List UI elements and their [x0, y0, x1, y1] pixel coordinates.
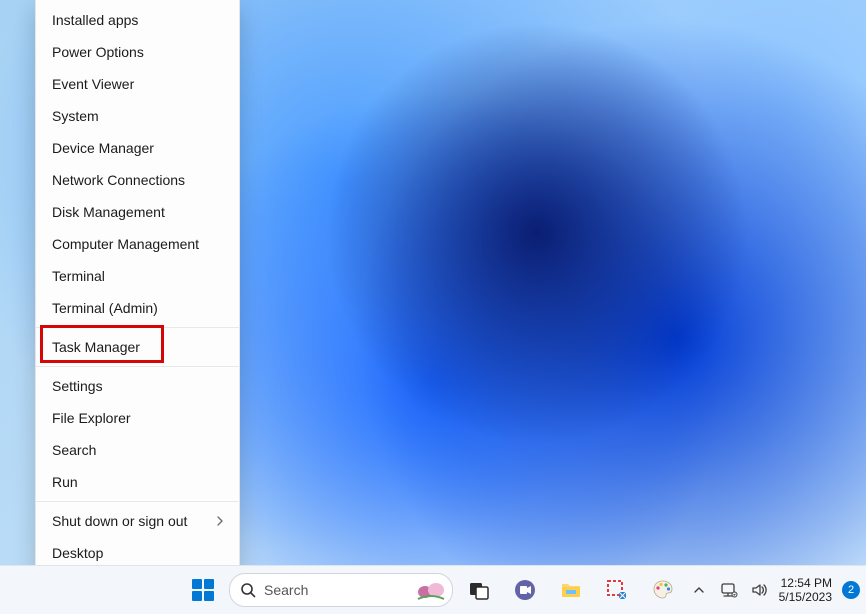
network-button[interactable]: [717, 570, 741, 610]
paint-icon: [651, 578, 675, 602]
folder-icon: [559, 578, 583, 602]
menu-item-search[interactable]: Search: [36, 434, 239, 466]
menu-item-label: Computer Management: [52, 236, 199, 252]
menu-item-system[interactable]: System: [36, 100, 239, 132]
taskbar-center-group: Search: [183, 570, 683, 610]
menu-separator: [36, 501, 239, 502]
search-highlight-icon: [416, 579, 446, 601]
menu-item-label: Power Options: [52, 44, 144, 60]
menu-item-network-connections[interactable]: Network Connections: [36, 164, 239, 196]
windows-logo-icon: [192, 579, 214, 601]
taskbar-search[interactable]: Search: [229, 573, 453, 607]
chat-icon: [513, 578, 537, 602]
menu-item-power-options[interactable]: Power Options: [36, 36, 239, 68]
menu-item-installed-apps[interactable]: Installed apps: [36, 4, 239, 36]
volume-button[interactable]: [747, 570, 771, 610]
taskbar: Search: [0, 565, 866, 614]
clock-date: 5/15/2023: [779, 590, 832, 604]
menu-item-label: System: [52, 108, 99, 124]
menu-item-label: Search: [52, 442, 96, 458]
file-explorer-button[interactable]: [551, 570, 591, 610]
menu-item-computer-management[interactable]: Computer Management: [36, 228, 239, 260]
search-icon: [240, 582, 256, 598]
menu-item-label: Terminal (Admin): [52, 300, 158, 316]
menu-item-disk-management[interactable]: Disk Management: [36, 196, 239, 228]
menu-item-label: Task Manager: [52, 339, 140, 355]
network-icon: [720, 581, 738, 599]
menu-item-file-explorer[interactable]: File Explorer: [36, 402, 239, 434]
menu-item-label: Terminal: [52, 268, 105, 284]
menu-item-shut-down-or-sign-out[interactable]: Shut down or sign out: [36, 505, 239, 537]
notifications-button[interactable]: 2: [842, 581, 860, 599]
snipping-tool-button[interactable]: [597, 570, 637, 610]
menu-item-terminal[interactable]: Terminal: [36, 260, 239, 292]
task-view-button[interactable]: [459, 570, 499, 610]
menu-item-label: Event Viewer: [52, 76, 134, 92]
clock-time: 12:54 PM: [779, 576, 832, 590]
menu-item-label: Disk Management: [52, 204, 165, 220]
chevron-up-icon: [693, 584, 705, 596]
menu-item-label: Settings: [52, 378, 103, 394]
menu-separator: [36, 366, 239, 367]
chevron-right-icon: [215, 516, 225, 526]
menu-item-run[interactable]: Run: [36, 466, 239, 498]
menu-item-label: File Explorer: [52, 410, 131, 426]
tray-overflow-button[interactable]: [687, 570, 711, 610]
menu-item-label: Network Connections: [52, 172, 185, 188]
menu-item-label: Device Manager: [52, 140, 154, 156]
paint-button[interactable]: [643, 570, 683, 610]
menu-item-label: Desktop: [52, 545, 103, 561]
menu-item-label: Shut down or sign out: [52, 513, 187, 529]
menu-item-device-manager[interactable]: Device Manager: [36, 132, 239, 164]
menu-item-terminal-admin[interactable]: Terminal (Admin): [36, 292, 239, 324]
menu-item-task-manager[interactable]: Task Manager: [36, 331, 239, 363]
task-view-icon: [468, 579, 490, 601]
menu-separator: [36, 327, 239, 328]
start-context-menu: Installed apps Power Options Event Viewe…: [35, 0, 240, 576]
speaker-icon: [750, 581, 768, 599]
clock-button[interactable]: 12:54 PM 5/15/2023: [777, 576, 834, 604]
menu-item-label: Run: [52, 474, 78, 490]
menu-item-event-viewer[interactable]: Event Viewer: [36, 68, 239, 100]
system-tray: 12:54 PM 5/15/2023 2: [687, 566, 860, 614]
start-button[interactable]: [183, 570, 223, 610]
menu-item-label: Installed apps: [52, 12, 138, 28]
menu-item-settings[interactable]: Settings: [36, 370, 239, 402]
chat-button[interactable]: [505, 570, 545, 610]
snip-icon: [606, 579, 628, 601]
notification-count: 2: [848, 584, 854, 596]
